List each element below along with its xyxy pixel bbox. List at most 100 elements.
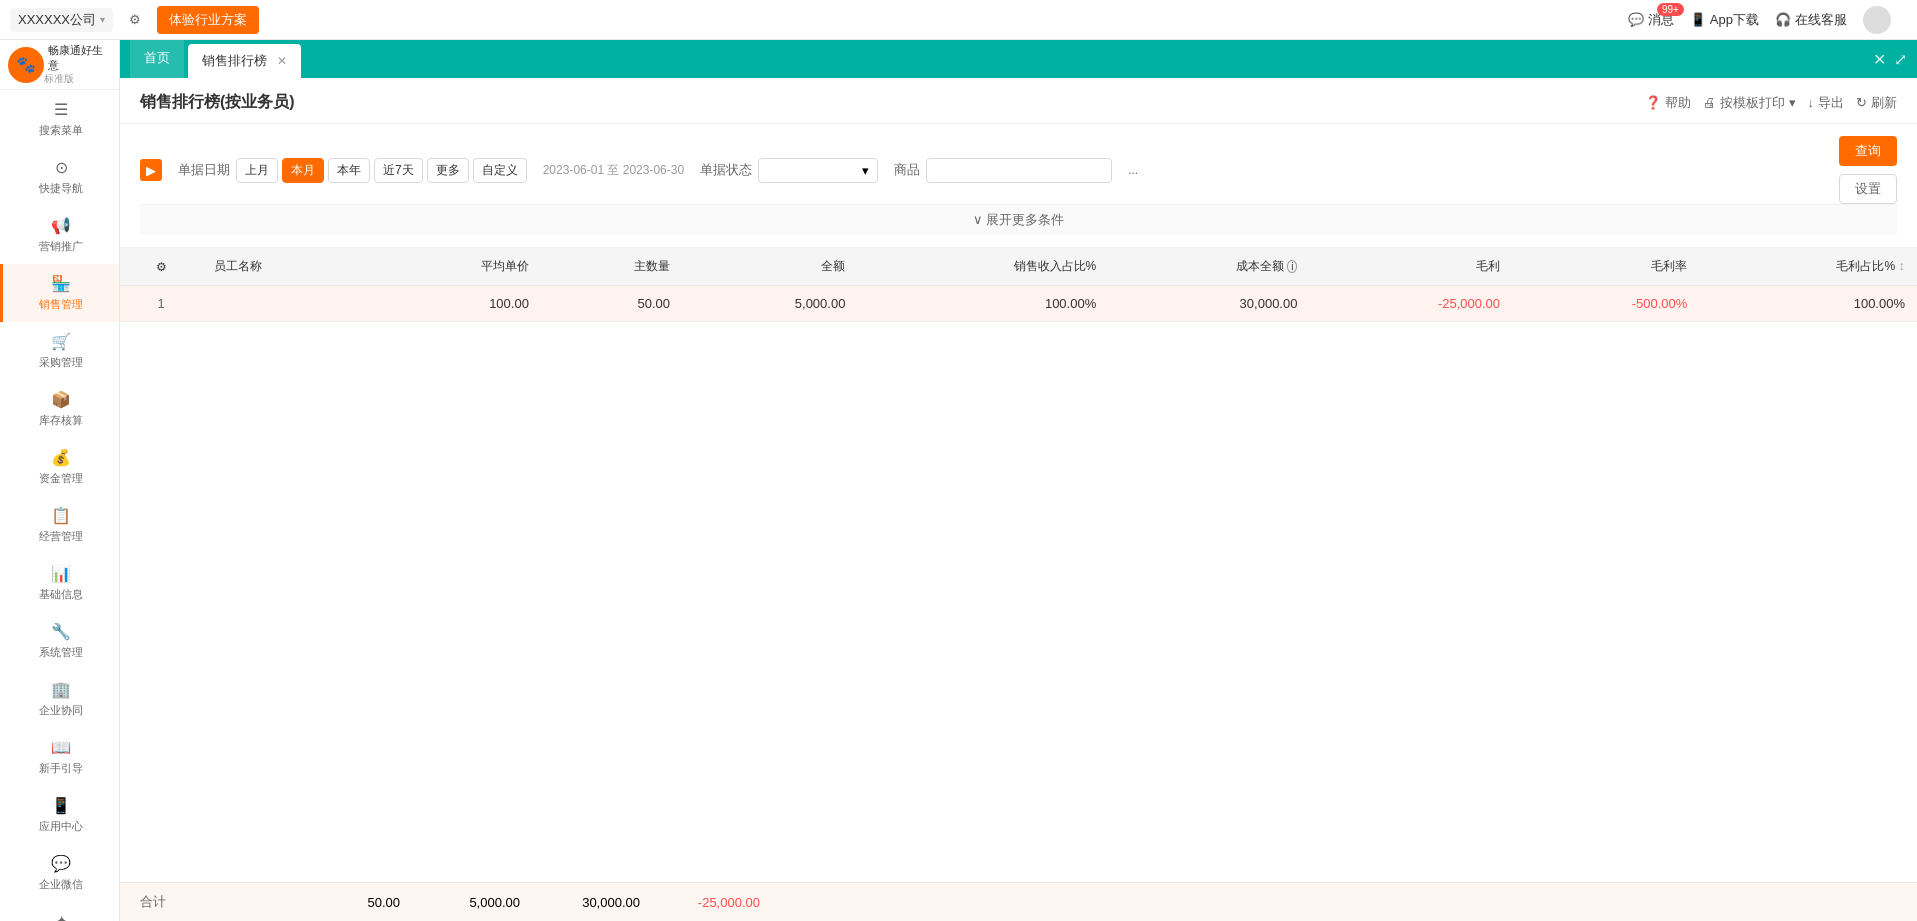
page-actions: ❓ 帮助 🖨 按模板打印 ▾ ↓ 导出 ↻ 刷新 [1645,94,1898,112]
enterprise-icon: 🏢 [51,680,71,699]
company-selector[interactable]: XXXXXX公司 ▾ [10,8,113,32]
date-range-display: 2023-06-01 至 2023-06-30 [543,162,684,179]
sidebar: 🐾 畅康通好生意 标准版 ☰ 搜索菜单 ⊙ 快捷导航 📢 营销推广 🏪 销售管理… [0,40,120,921]
goods-input[interactable] [926,158,1112,183]
filter-area: ▶ 单据日期 上月 本月 本年 近7天 更多 自定义 2023-06 [120,124,1917,248]
col-cost: 成本全额 i [1108,248,1309,286]
sidebar-logo: 🐾 畅康通好生意 标准版 [0,40,119,90]
print-icon: 🖨 [1703,95,1716,110]
date-btn-7days[interactable]: 近7天 [374,158,423,183]
settings-icon[interactable]: ⚙ [121,6,149,34]
layout: 🐾 畅康通好生意 标准版 ☰ 搜索菜单 ⊙ 快捷导航 📢 营销推广 🏪 销售管理… [0,40,1917,921]
date-btn-custom[interactable]: 自定义 [473,158,527,183]
col-name: 员工名称 [202,248,371,286]
sidebar-item-wechat[interactable]: 💬 企业微信 [0,844,119,902]
date-filter: 单据日期 上月 本月 本年 近7天 更多 自定义 [178,158,527,183]
tab-home[interactable]: 首页 [130,40,184,78]
tab-close-all-icon[interactable]: ✕ [1873,50,1886,69]
wechat-icon: 💬 [51,854,71,873]
table-area: ⚙ 员工名称 平均单价 主数量 全额 销售收入占比% 成本全额 i 毛利 毛利率… [120,248,1917,882]
top-right-actions: 💬 消息 99+ 📱 App下载 🎧 在线客服 [1628,6,1907,34]
tab-bar: 首页 销售排行榜 ✕ ✕ ⤢ [120,40,1917,78]
sidebar-item-finance[interactable]: 💰 资金管理 [0,438,119,496]
tab-expand-icon[interactable]: ⤢ [1894,50,1907,69]
avatar[interactable] [1863,6,1891,34]
message-icon: 💬 [1628,12,1644,27]
settings-button[interactable]: 设置 [1839,174,1897,204]
message-button[interactable]: 💬 消息 99+ [1628,11,1674,29]
expand-more-bar[interactable]: ∨ 展开更多条件 [140,204,1897,235]
print-button[interactable]: 🖨 按模板打印 ▾ [1703,94,1796,112]
cell-amount: 5,000.00 [682,286,857,322]
date-btn-this-month[interactable]: 本月 [282,158,324,183]
purchase-icon: 🛒 [51,332,71,351]
cell-name [202,286,371,322]
query-button[interactable]: 查询 [1839,136,1897,166]
page-header: 销售排行榜(按业务员) ❓ 帮助 🖨 按模板打印 ▾ ↓ 导出 [120,78,1917,124]
export-button[interactable]: ↓ 导出 [1808,94,1845,112]
phone-icon: 📱 [1690,12,1706,27]
operations-icon: 📋 [51,506,71,525]
col-sales-pct: 销售收入占比% [857,248,1108,286]
cell-gross: -25,000.00 [1309,286,1512,322]
main-content: 首页 销售排行榜 ✕ ✕ ⤢ 销售排行榜(按业务员) ❓ 帮助 [120,40,1917,921]
sidebar-item-basic[interactable]: 📊 基础信息 [0,554,119,612]
trial-button[interactable]: 体验行业方案 [157,6,259,34]
col-gross-pct: 毛利占比% ↕ [1699,248,1917,286]
footer-label: 合计 [140,893,200,911]
sidebar-item-system[interactable]: 🔧 系统管理 [0,612,119,670]
tab-home-label: 首页 [144,49,170,67]
col-gross-rate: 毛利率 [1512,248,1699,286]
table-header-row: ⚙ 员工名称 平均单价 主数量 全额 销售收入占比% 成本全额 i 毛利 毛利率… [120,248,1917,286]
logo-sub: 标准版 [44,72,111,86]
date-btn-last-month[interactable]: 上月 [236,158,278,183]
filter-toggle-icon[interactable]: ▶ [140,159,162,181]
top-bar: XXXXXX公司 ▾ ⚙ 体验行业方案 💬 消息 99+ 📱 App下载 🎧 在… [0,0,1917,40]
search-menu-icon: ☰ [54,100,68,119]
sidebar-item-search[interactable]: ☰ 搜索菜单 [0,90,119,148]
app-download-button[interactable]: 📱 App下载 [1690,11,1759,29]
footer-gross: -25,000.00 [680,895,760,910]
sidebar-item-operations[interactable]: 📋 经营管理 [0,496,119,554]
help-icon: ❓ [1645,95,1661,110]
sidebar-item-quicknav[interactable]: ⊙ 快捷导航 [0,148,119,206]
table-footer: 合计 50.00 5,000.00 30,000.00 -25,000.00 [120,882,1917,921]
sidebar-item-member[interactable]: ✦ 畅会员 [0,902,119,921]
sidebar-item-inventory[interactable]: 📦 库存核算 [0,380,119,438]
headset-icon: 🎧 [1775,12,1791,27]
sidebar-item-purchase[interactable]: 🛒 采购管理 [0,322,119,380]
logo-icon: 🐾 [8,47,44,83]
tab-close-icon[interactable]: ✕ [277,54,287,68]
more-filters-button[interactable]: ... [1128,163,1138,177]
date-buttons: 上月 本月 本年 近7天 更多 自定义 [236,158,527,183]
footer-quantity: 50.00 [320,895,400,910]
cell-sales-pct: 100.00% [857,286,1108,322]
sidebar-item-marketing[interactable]: 📢 营销推广 [0,206,119,264]
status-select[interactable]: ▾ [758,158,878,183]
sidebar-item-enterprise[interactable]: 🏢 企业协同 [0,670,119,728]
table-body: 1 100.00 50.00 5,000.00 100.00% 30,000.0… [120,286,1917,322]
help-button[interactable]: ❓ 帮助 [1645,94,1691,112]
chevron-down-icon: ▾ [100,14,105,25]
status-select-chevron: ▾ [862,163,869,178]
filter-row: ▶ 单据日期 上月 本月 本年 近7天 更多 自定义 2023-06 [140,136,1897,204]
col-avg-price: 平均单价 [372,248,541,286]
date-btn-this-year[interactable]: 本年 [328,158,370,183]
data-table: ⚙ 员工名称 平均单价 主数量 全额 销售收入占比% 成本全额 i 毛利 毛利率… [120,248,1917,322]
logo-text: 畅康通好生意 [48,43,111,72]
date-btn-more[interactable]: 更多 [427,158,469,183]
cell-avg-price: 100.00 [372,286,541,322]
export-icon: ↓ [1808,95,1815,110]
member-icon: ✦ [55,912,68,921]
refresh-button[interactable]: ↻ 刷新 [1856,94,1897,112]
sidebar-item-appcenter[interactable]: 📱 应用中心 [0,786,119,844]
col-quantity: 主数量 [541,248,682,286]
sales-icon: 🏪 [51,274,71,293]
online-service-button[interactable]: 🎧 在线客服 [1775,11,1847,29]
sidebar-item-sales[interactable]: 🏪 销售管理 [0,264,119,322]
tab-sales-rank[interactable]: 销售排行榜 ✕ [188,44,301,78]
cell-gross-rate: -500.00% [1512,286,1699,322]
table-row: 1 100.00 50.00 5,000.00 100.00% 30,000.0… [120,286,1917,322]
col-settings-icon[interactable]: ⚙ [120,248,202,286]
sidebar-item-guide[interactable]: 📖 新手引导 [0,728,119,786]
